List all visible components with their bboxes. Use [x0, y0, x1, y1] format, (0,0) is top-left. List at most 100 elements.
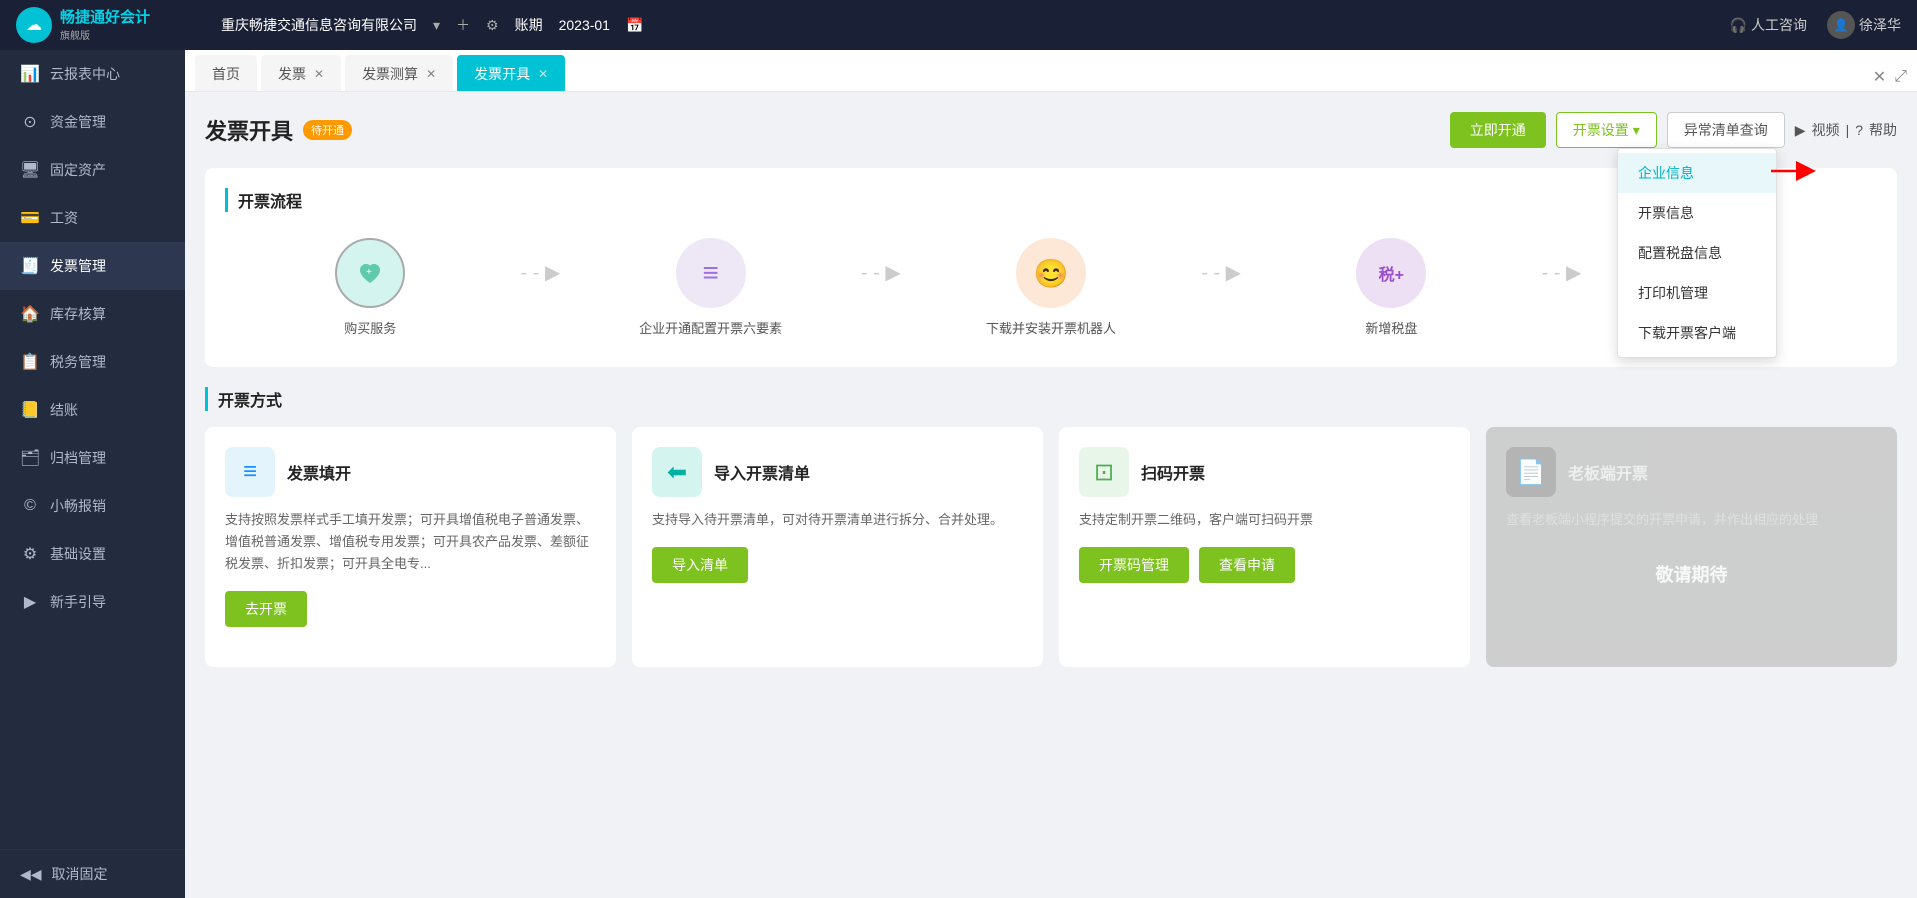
sidebar-item-archive[interactable]: 🗂 归档管理	[0, 434, 185, 482]
fill-invoice-btn[interactable]: 去开票	[225, 591, 307, 627]
boss-invoice-icon: 📄	[1506, 447, 1556, 497]
company-name: 重庆畅捷交通信息咨询有限公司	[221, 15, 417, 35]
tab-invoice-calc-close[interactable]: ✕	[426, 67, 436, 81]
tab-invoice-close[interactable]: ✕	[314, 67, 324, 81]
user-name: 徐泽华	[1859, 15, 1901, 35]
video-label[interactable]: 视频	[1812, 120, 1840, 140]
sidebar-label-tax-mgmt: 税务管理	[50, 352, 106, 372]
calendar-icon[interactable]: 📅	[626, 17, 643, 34]
exception-btn[interactable]: 异常清单查询	[1667, 112, 1785, 148]
sidebar-item-cancel-fixed[interactable]: ◀◀ 取消固定	[0, 850, 185, 898]
tab-expand-btn[interactable]: ⤢	[1894, 68, 1907, 86]
tab-invoice-calc[interactable]: 发票测算 ✕	[345, 55, 453, 91]
heart-plus-icon: +	[354, 257, 386, 289]
tab-home[interactable]: 首页	[195, 55, 257, 91]
fill-invoice-title: 发票填开	[287, 460, 351, 484]
avatar: 👤	[1827, 11, 1855, 39]
flow-icon-download-robot: 😊	[1016, 238, 1086, 308]
flow-arrow-1: - - ▶	[516, 260, 566, 285]
method-section: 开票方式 ≡ 发票填开 支持按照发票样式手工填开发票；可开具增值税电子普通发票、…	[205, 387, 1897, 667]
dropdown-icon[interactable]: ▾	[433, 17, 440, 34]
boss-invoice-desc: 查看老板端小程序提交的开票申请，并作出相应的处理	[1506, 509, 1877, 531]
sidebar-item-tax-mgmt[interactable]: 📋 税务管理	[0, 338, 185, 386]
sidebar-label-fund-mgmt: 资金管理	[50, 112, 106, 132]
user-area[interactable]: 👤 徐泽华	[1827, 11, 1901, 39]
flow-icon-config-enterprise: ≡	[676, 238, 746, 308]
dropdown-item-invoice-info[interactable]: 开票信息	[1618, 193, 1776, 233]
scan-invoice-btn2[interactable]: 查看申请	[1199, 547, 1295, 583]
archive-icon: 🗂	[20, 448, 40, 468]
sidebar-label-new-guide: 新手引导	[50, 592, 106, 612]
sidebar-item-fund-mgmt[interactable]: ⊙ 资金管理	[0, 98, 185, 146]
sidebar-item-cloud-report[interactable]: 📊 云报表中心	[0, 50, 185, 98]
fill-invoice-icon: ≡	[225, 447, 275, 497]
method-card-boss-invoice: 📄 老板端开票 查看老板端小程序提交的开票申请，并作出相应的处理 敬请期待	[1486, 427, 1897, 667]
sidebar-item-xiaochang[interactable]: © 小畅报销	[0, 482, 185, 530]
header-right: 🎧 人工咨询 👤 徐泽华	[1730, 11, 1901, 39]
cancel-fixed-icon: ◀◀	[20, 866, 42, 883]
tab-invoice[interactable]: 发票 ✕	[261, 55, 341, 91]
import-invoice-btn[interactable]: 导入清单	[652, 547, 748, 583]
xiaochang-icon: ©	[20, 497, 40, 515]
sidebar-label-inventory: 库存核算	[50, 304, 106, 324]
sidebar-label-cloud-report: 云报表中心	[50, 64, 120, 84]
sidebar-label-invoice-mgmt: 发票管理	[50, 256, 106, 276]
settings-btn[interactable]: 开票设置 ▾	[1556, 112, 1657, 148]
settings-btn-label: 开票设置	[1573, 120, 1629, 140]
sidebar-item-accounting[interactable]: 📒 结账	[0, 386, 185, 434]
status-badge: 待开通	[303, 120, 352, 140]
flow-icon-buy-service: +	[335, 238, 405, 308]
account-period-value: 2023-01	[559, 17, 610, 33]
sidebar-item-new-guide[interactable]: ▶ 新手引导	[0, 578, 185, 626]
sidebar: 📊 云报表中心 ⊙ 资金管理 🖥 固定资产 💳 工资 🧾 发票管理 🏠 库存核算…	[0, 50, 185, 898]
tax-mgmt-icon: 📋	[20, 352, 40, 372]
new-guide-icon: ▶	[20, 592, 40, 612]
sidebar-label-cancel-fixed: 取消固定	[52, 864, 108, 884]
method-card-boss-header: 📄 老板端开票	[1506, 447, 1877, 497]
sidebar-label-xiaochang: 小畅报销	[50, 496, 106, 516]
dropdown-item-company-info[interactable]: 企业信息	[1618, 153, 1776, 193]
logo-area: ☁ 畅捷通好会计 旗舰版	[16, 7, 201, 43]
settings-icon[interactable]: ⚙	[486, 17, 499, 34]
tab-invoice-issue[interactable]: 发票开具 ✕	[457, 55, 565, 91]
tab-invoice-label: 发票	[278, 64, 306, 84]
invoice-mgmt-icon: 🧾	[20, 256, 40, 276]
flow-step-config-enterprise: ≡ 企业开通配置开票六要素	[565, 238, 856, 337]
tab-invoice-issue-close[interactable]: ✕	[538, 67, 548, 81]
main-layout: 📊 云报表中心 ⊙ 资金管理 🖥 固定资产 💳 工资 🧾 发票管理 🏠 库存核算…	[0, 50, 1917, 898]
flow-step-download-robot-label: 下载并安装开票机器人	[986, 318, 1116, 337]
add-icon[interactable]: ＋	[456, 15, 470, 35]
settings-btn-wrapper: 开票设置 ▾	[1556, 112, 1657, 148]
header-actions: 立即开通 开票设置 ▾ 异常清单查询 ▶ 视频 | ? 帮助	[1450, 112, 1897, 148]
sidebar-bottom: ◀◀ 取消固定	[0, 849, 185, 898]
help-label[interactable]: 帮助	[1869, 120, 1897, 140]
dropdown-item-company-info-wrapper: 企业信息	[1618, 153, 1776, 193]
sidebar-item-basic-settings[interactable]: ⚙ 基础设置	[0, 530, 185, 578]
sidebar-item-inventory[interactable]: 🏠 库存核算	[0, 290, 185, 338]
page-content: 发票开具 待开通 立即开通 开票设置 ▾ 异常清单查询 ▶ 视频	[185, 92, 1917, 898]
dropdown-item-printer[interactable]: 打印机管理	[1618, 273, 1776, 313]
tab-controls: ✕ ⤢	[1873, 67, 1907, 91]
dropdown-item-download-client[interactable]: 下载开票客户端	[1618, 313, 1776, 353]
method-section-title: 开票方式	[205, 387, 1897, 411]
import-invoice-desc: 支持导入待开票清单，可对待开票清单进行拆分、合并处理。	[652, 509, 1023, 531]
support-btn[interactable]: 🎧 人工咨询	[1730, 15, 1807, 35]
tab-close-btn[interactable]: ✕	[1873, 67, 1886, 87]
sidebar-item-invoice-mgmt[interactable]: 🧾 发票管理	[0, 242, 185, 290]
sidebar-item-fixed-asset[interactable]: 🖥 固定资产	[0, 146, 185, 194]
scan-invoice-btn1[interactable]: 开票码管理	[1079, 547, 1189, 583]
method-cards: ≡ 发票填开 支持按照发票样式手工填开发票；可开具增值税电子普通发票、增值税普通…	[205, 427, 1897, 667]
dropdown-item-tax-disk[interactable]: 配置税盘信息	[1618, 233, 1776, 273]
method-card-scan-header: ⊡ 扫码开票	[1079, 447, 1450, 497]
settings-dropdown-icon: ▾	[1633, 122, 1640, 139]
activate-btn[interactable]: 立即开通	[1450, 112, 1546, 148]
sidebar-label-payroll: 工资	[50, 208, 78, 228]
flow-step-add-taxdisk-label: 新增税盘	[1365, 318, 1417, 337]
header-middle: 重庆畅捷交通信息咨询有限公司 ▾ ＋ ⚙ 账期 2023-01 📅	[201, 15, 1730, 35]
scan-invoice-desc: 支持定制开票二维码，客户端可扫码开票	[1079, 509, 1450, 531]
video-help-area: ▶ 视频 | ? 帮助	[1795, 120, 1897, 140]
method-card-fill-header: ≡ 发票填开	[225, 447, 596, 497]
sidebar-item-payroll[interactable]: 💳 工资	[0, 194, 185, 242]
flow-icon-add-taxdisk: 税+	[1356, 238, 1426, 308]
flow-arrow-4: - - ▶	[1537, 260, 1587, 285]
